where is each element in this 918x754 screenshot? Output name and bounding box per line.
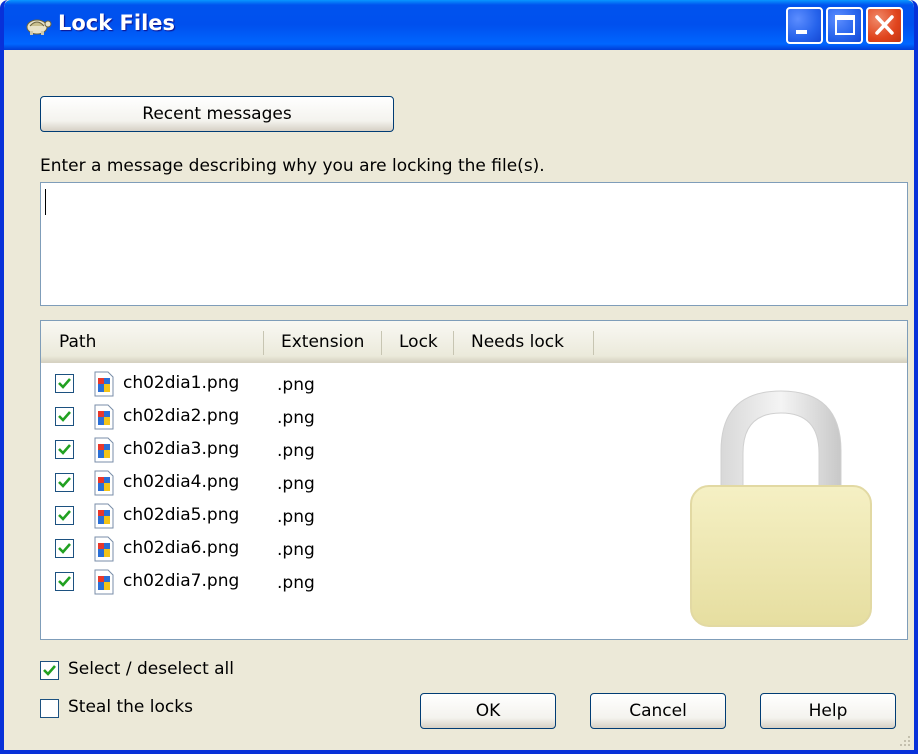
message-prompt-label: Enter a message describing why you are l… — [40, 156, 545, 176]
file-row[interactable]: ch02dia5.png .png — [41, 499, 661, 532]
steal-locks-checkbox[interactable] — [40, 699, 59, 718]
lock-message-input[interactable] — [40, 182, 908, 306]
checkmark-icon — [58, 411, 71, 422]
file-checkbox[interactable] — [55, 539, 74, 558]
file-checkbox[interactable] — [55, 506, 74, 525]
select-all-checkbox[interactable] — [40, 661, 59, 680]
file-name: ch02dia4.png — [123, 472, 240, 492]
file-name: ch02dia7.png — [123, 571, 240, 591]
file-extension: .png — [277, 408, 315, 428]
file-row[interactable]: ch02dia4.png .png — [41, 466, 661, 499]
png-file-icon — [94, 371, 114, 397]
png-file-icon — [94, 437, 114, 463]
help-button[interactable]: Help — [760, 693, 896, 729]
file-extension: .png — [277, 375, 315, 395]
file-list[interactable]: Path Extension Lock Needs lock ch02dia1.… — [40, 320, 908, 640]
steal-locks-label: Steal the locks — [68, 697, 193, 717]
file-checkbox[interactable] — [55, 374, 74, 393]
steal-locks-option[interactable]: Steal the locks — [40, 696, 260, 722]
checkmark-icon — [58, 576, 71, 587]
file-name: ch02dia6.png — [123, 538, 240, 558]
png-file-icon — [94, 470, 114, 496]
file-row[interactable]: ch02dia1.png .png — [41, 367, 661, 400]
file-checkbox[interactable] — [55, 572, 74, 591]
file-extension: .png — [277, 441, 315, 461]
file-name: ch02dia3.png — [123, 439, 240, 459]
recent-messages-button[interactable]: Recent messages — [40, 96, 394, 132]
file-extension: .png — [277, 573, 315, 593]
cancel-button[interactable]: Cancel — [590, 693, 726, 729]
file-extension: .png — [277, 540, 315, 560]
png-file-icon — [94, 404, 114, 430]
png-file-icon — [94, 503, 114, 529]
column-header-path[interactable]: Path — [41, 321, 263, 363]
column-header-extension[interactable]: Extension — [263, 321, 381, 363]
file-row[interactable]: ch02dia2.png .png — [41, 400, 661, 433]
close-icon — [875, 15, 894, 35]
maximize-icon — [835, 15, 855, 35]
checkmark-icon — [58, 378, 71, 389]
padlock-watermark-icon — [690, 390, 872, 627]
column-header-lock[interactable]: Lock — [381, 321, 453, 363]
file-name: ch02dia5.png — [123, 505, 240, 525]
file-row[interactable]: ch02dia3.png .png — [41, 433, 661, 466]
text-caret — [45, 189, 46, 215]
window-title: Lock Files — [58, 11, 176, 35]
column-header-needs-lock[interactable]: Needs lock — [453, 321, 603, 363]
checkmark-icon — [58, 477, 71, 488]
png-file-icon — [94, 536, 114, 562]
resize-grip-icon[interactable] — [896, 732, 912, 748]
file-name: ch02dia2.png — [123, 406, 240, 426]
tortoise-icon — [26, 19, 52, 35]
file-checkbox[interactable] — [55, 407, 74, 426]
file-extension: .png — [277, 507, 315, 527]
checkmark-icon — [58, 543, 71, 554]
minimize-icon — [796, 30, 807, 34]
checkmark-icon — [58, 510, 71, 521]
png-file-icon — [94, 569, 114, 595]
close-button[interactable] — [866, 7, 903, 44]
file-list-header: Path Extension Lock Needs lock — [41, 321, 907, 363]
lock-files-dialog: Lock Files Recent messages Enter a messa… — [0, 0, 918, 754]
ok-button[interactable]: OK — [420, 693, 556, 729]
file-row[interactable]: ch02dia7.png .png — [41, 565, 661, 598]
column-separator[interactable] — [593, 331, 594, 355]
maximize-button[interactable] — [826, 7, 863, 44]
file-extension: .png — [277, 474, 315, 494]
file-row[interactable]: ch02dia6.png .png — [41, 532, 661, 565]
checkmark-icon — [58, 444, 71, 455]
select-all-option[interactable]: Select / deselect all — [40, 658, 300, 684]
file-name: ch02dia1.png — [123, 373, 240, 393]
file-checkbox[interactable] — [55, 473, 74, 492]
select-all-label: Select / deselect all — [68, 659, 235, 679]
minimize-button[interactable] — [786, 7, 823, 44]
title-bar[interactable]: Lock Files — [4, 0, 914, 50]
file-checkbox[interactable] — [55, 440, 74, 459]
checkmark-icon — [43, 665, 56, 676]
